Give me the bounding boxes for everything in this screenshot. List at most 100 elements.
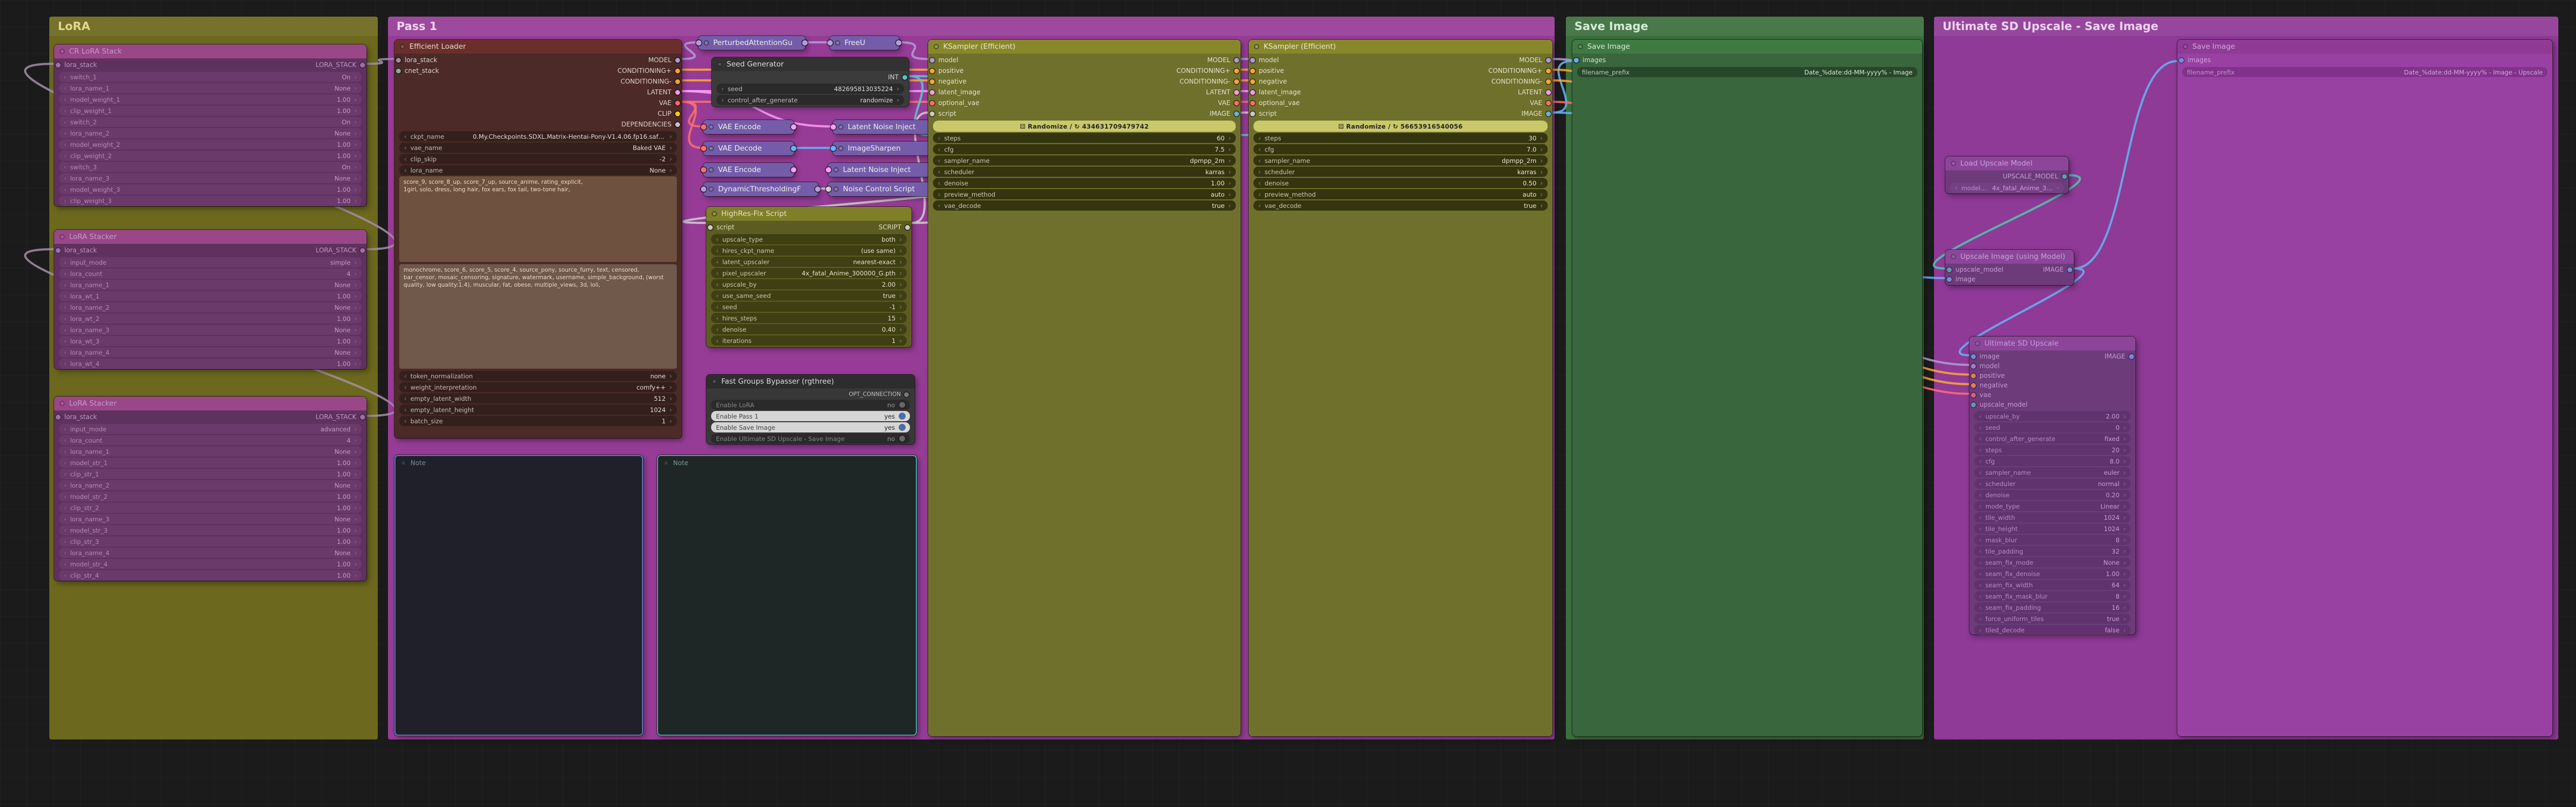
node-header[interactable]: ImageSharpen xyxy=(833,141,937,155)
port-dot[interactable] xyxy=(1250,57,1255,63)
widget-clip-weight-3[interactable]: clip_weight_3 1.00 xyxy=(59,196,362,206)
widget-seed[interactable]: seed 482695813035224 xyxy=(716,84,904,94)
port-out-vae[interactable]: VAE xyxy=(659,98,680,108)
collapse-toggle-icon[interactable] xyxy=(838,146,843,151)
port-dot[interactable] xyxy=(1971,383,1976,388)
port-out-lora-stack[interactable]: LORA_STACK xyxy=(316,59,365,70)
collapsed-output-dot[interactable] xyxy=(896,40,901,46)
widget-clip-skip[interactable]: clip_skip -2 xyxy=(399,154,677,164)
widget-batch-size[interactable]: batch_size 1 xyxy=(399,416,677,426)
node-header[interactable]: Seed Generator xyxy=(712,57,909,71)
collapsed-output-dot[interactable] xyxy=(791,167,796,173)
port-out-upscale-model[interactable]: UPSCALE_MODEL xyxy=(2003,171,2067,181)
toggle-enable-pass-1[interactable]: Enable Pass 1 yes xyxy=(711,411,910,421)
group-title-bar[interactable]: LoRA xyxy=(49,17,378,36)
port-out-image[interactable]: IMAGE xyxy=(2104,352,2134,361)
widget-switch-1[interactable]: switch_1 On xyxy=(59,72,362,82)
widget-lora-name-4[interactable]: lora_name_4 None xyxy=(59,548,362,558)
widget-upscale-by[interactable]: upscale_by 2.00 xyxy=(711,279,907,289)
port-dot[interactable] xyxy=(930,89,935,95)
widget-clip-str-4[interactable]: clip_str_4 1.00 xyxy=(59,570,362,580)
port-dot[interactable] xyxy=(1250,79,1255,84)
collapsed-input-dot[interactable] xyxy=(831,146,836,151)
widget-lora-name-3[interactable]: lora_name_3 None xyxy=(59,325,362,335)
port-dot[interactable] xyxy=(396,68,401,73)
collapse-toggle-icon[interactable] xyxy=(59,49,65,54)
widget-filename-prefix[interactable]: filename_prefix Date_%date:dd-MM-yyyy% - … xyxy=(1577,67,1917,77)
port-dot[interactable] xyxy=(708,225,713,230)
node-header[interactable]: LoRA Stacker xyxy=(54,230,367,244)
node-header[interactable]: DynamicThresholdingF xyxy=(703,182,818,196)
port-dot[interactable] xyxy=(2129,354,2134,359)
group-title-bar[interactable]: Save Image xyxy=(1566,17,1924,36)
port-dot[interactable] xyxy=(2062,174,2067,179)
widget-seam-fix-mode[interactable]: seam_fix_mode None xyxy=(1974,557,2131,567)
widget-denoise[interactable]: denoise 0.50 xyxy=(1253,178,1548,188)
widget-lora-name-4[interactable]: lora_name_4 None xyxy=(59,347,362,357)
widget-lora-name-3[interactable]: lora_name_3 None xyxy=(59,173,362,183)
widget-preview-method[interactable]: preview_method auto xyxy=(933,189,1236,199)
node-header[interactable]: Latent Noise Inject xyxy=(828,163,943,177)
widget-steps[interactable]: steps 30 xyxy=(1253,133,1548,143)
widget-steps[interactable]: steps 60 xyxy=(933,133,1236,143)
widget-vae-decode[interactable]: vae_decode true xyxy=(1253,200,1548,211)
port-dot[interactable] xyxy=(1947,267,1952,272)
widget-switch-3[interactable]: switch_3 On xyxy=(59,162,362,172)
port-out-latent[interactable]: LATENT xyxy=(647,87,680,98)
toggle-enable-lora[interactable]: Enable LoRA no xyxy=(711,400,910,410)
port-dot[interactable] xyxy=(675,79,680,84)
toggle-dot[interactable] xyxy=(899,402,905,408)
widget-lora-name-3[interactable]: lora_name_3 None xyxy=(59,514,362,524)
port-in-lora-stack[interactable]: lora_stack xyxy=(396,55,437,65)
widget-lora-name-1[interactable]: lora_name_1 None xyxy=(59,280,362,290)
port-out-model[interactable]: MODEL xyxy=(1519,55,1551,65)
widget-ckpt-name[interactable]: ckpt_name 0.My.Checkpoints.SDXL.Matrix-He… xyxy=(399,131,677,141)
port-dot[interactable] xyxy=(56,414,61,420)
node-header[interactable]: FreeU xyxy=(830,36,899,50)
port-out-vae[interactable]: VAE xyxy=(1218,98,1239,108)
toggle-enable-save-image[interactable]: Enable Save Image yes xyxy=(711,422,910,432)
port-dot[interactable] xyxy=(902,74,907,80)
port-dot[interactable] xyxy=(675,68,680,73)
port-dot[interactable] xyxy=(56,248,61,253)
collapsed-input-dot[interactable] xyxy=(827,40,833,46)
port-dot[interactable] xyxy=(1546,79,1551,84)
widget-seed[interactable]: seed 0 xyxy=(1974,422,2131,432)
widget-model-str-1[interactable]: model_str_1 1.00 xyxy=(59,458,362,468)
widget-filename-prefix[interactable]: filename_prefix Date_%date:dd-MM-yyyy% - … xyxy=(2182,67,2548,77)
collapse-toggle-icon[interactable] xyxy=(717,62,722,67)
node-header[interactable]: Note xyxy=(658,456,916,470)
port-dot[interactable] xyxy=(360,248,365,253)
port-out-image[interactable]: IMAGE xyxy=(1209,108,1239,119)
widget-model-weight-1[interactable]: model_weight_1 1.00 xyxy=(59,94,362,104)
toggle-dot[interactable] xyxy=(899,424,905,430)
port-in-images[interactable]: images xyxy=(2179,55,2211,65)
widget-lora-count[interactable]: lora_count 4 xyxy=(59,268,362,279)
port-in-script[interactable]: script xyxy=(930,108,956,119)
widget-switch-2[interactable]: switch_2 On xyxy=(59,117,362,127)
node-header[interactable]: Fast Groups Bypasser (rgthree) xyxy=(706,375,915,388)
widget-token-normalization[interactable]: token_normalization none xyxy=(399,371,677,381)
node-header[interactable]: Load Upscale Model xyxy=(1945,156,2069,170)
port-dot[interactable] xyxy=(675,57,680,63)
port-dot[interactable] xyxy=(1234,57,1239,63)
widget-control-after-generate[interactable]: control_after_generate randomize xyxy=(716,95,904,105)
widget-lora-name-2[interactable]: lora_name_2 None xyxy=(59,480,362,490)
node-header[interactable]: KSampler (Efficient) xyxy=(1249,40,1552,54)
port-dot[interactable] xyxy=(905,225,910,230)
collapsed-input-dot[interactable] xyxy=(701,124,706,130)
port-out-image[interactable]: IMAGE xyxy=(2043,265,2072,274)
port-in-lora-stack[interactable]: lora_stack xyxy=(56,245,97,256)
node-header[interactable]: HighRes-Fix Script xyxy=(706,207,912,221)
port-out-vae[interactable]: VAE xyxy=(1530,98,1551,108)
port-dot[interactable] xyxy=(1971,392,1976,398)
port-in-lora-stack[interactable]: lora_stack xyxy=(56,59,97,70)
toggle-enable-ultimate-sd-upscale-save-image[interactable]: Enable Ultimate SD Upscale - Save Image n… xyxy=(711,434,910,444)
port-out-lora-stack[interactable]: LORA_STACK xyxy=(316,412,365,422)
widget-denoise[interactable]: denoise 1.00 xyxy=(933,178,1236,188)
port-out-clip[interactable]: CLIP xyxy=(658,108,680,119)
collapsed-input-dot[interactable] xyxy=(701,146,706,151)
port-in-model[interactable]: model xyxy=(1250,55,1279,65)
port-out-conditioning[interactable]: CONDITIONING+ xyxy=(1488,65,1551,76)
widget-control-after-generate[interactable]: control_after_generate fixed xyxy=(1974,434,2131,444)
